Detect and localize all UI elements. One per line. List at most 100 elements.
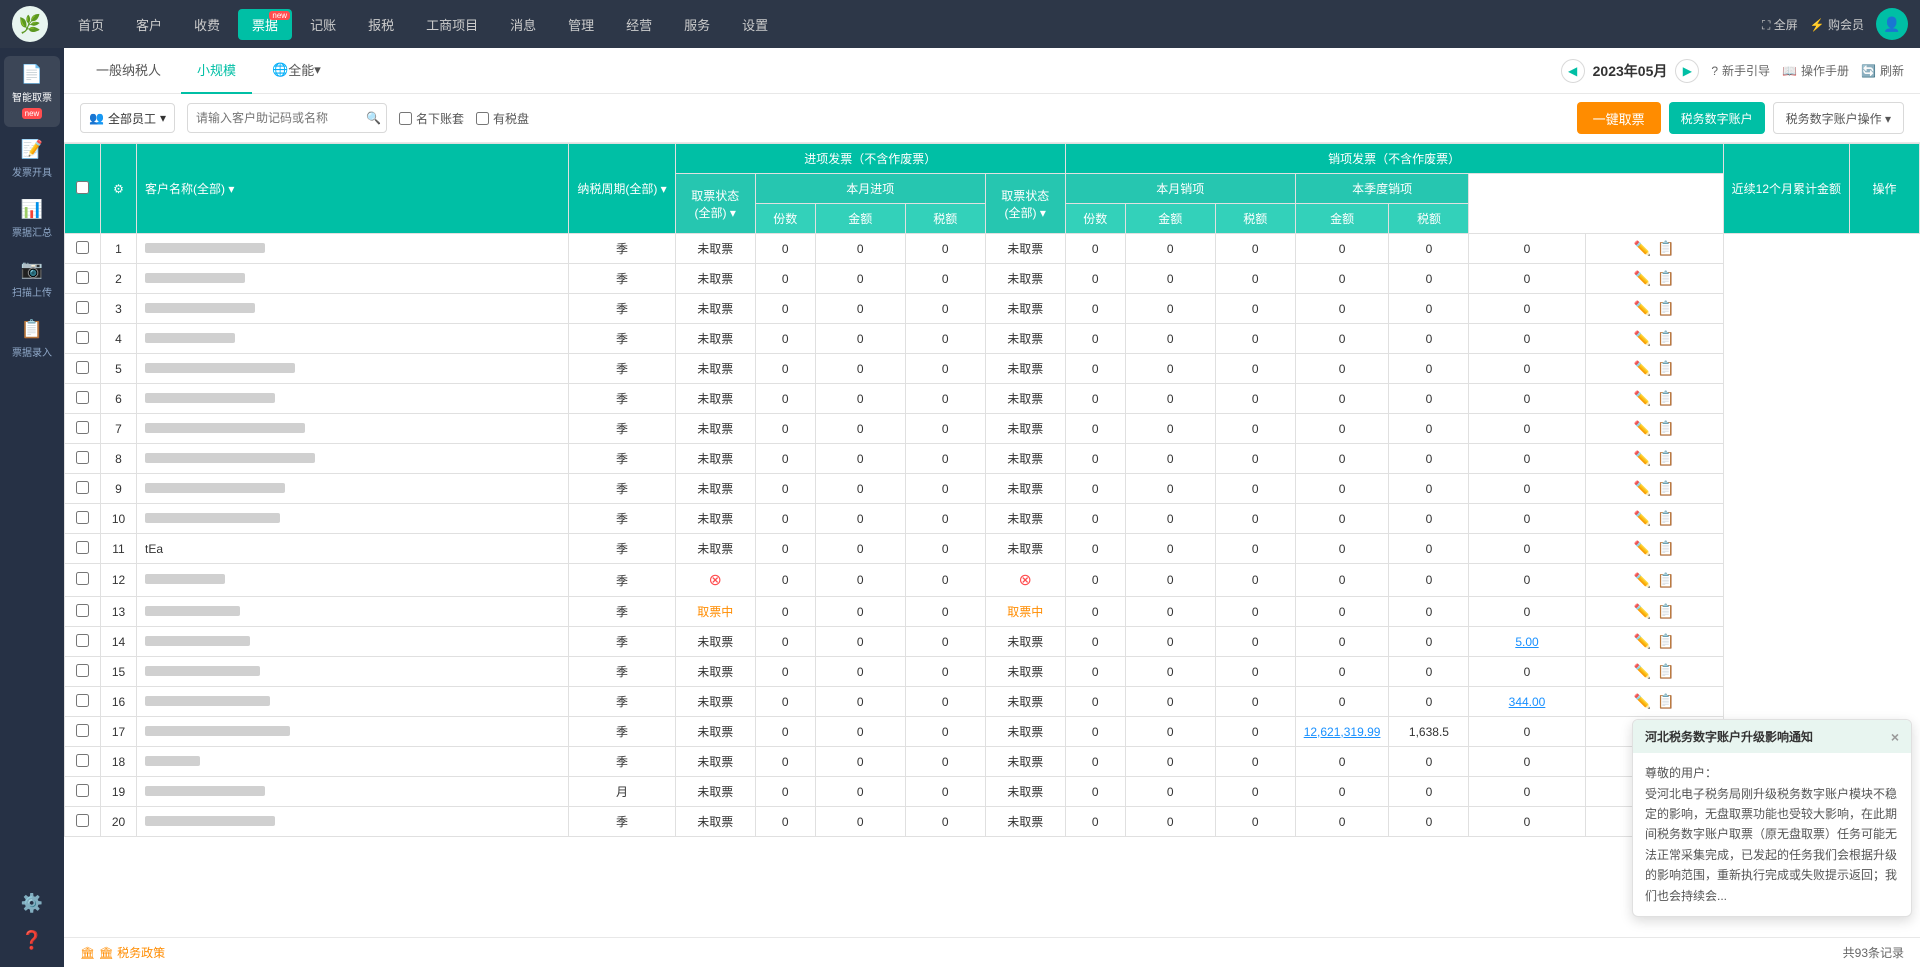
sidebar-item-bottom-settings[interactable]: ⚙️ <box>4 885 60 922</box>
row-checkbox-9[interactable] <box>76 481 89 494</box>
row-checkbox-14[interactable] <box>76 634 89 647</box>
notification-close-button[interactable]: × <box>1891 729 1899 745</box>
row-customer-name[interactable] <box>137 717 569 747</box>
edit-icon[interactable]: ✏️ <box>1634 360 1651 376</box>
sidebar-item-invoice-open[interactable]: 📝 发票开具 <box>4 131 60 187</box>
row-checkbox-19[interactable] <box>76 784 89 797</box>
manual-link[interactable]: 📖 操作手册 <box>1782 62 1849 79</box>
edit-icon[interactable]: ✏️ <box>1634 603 1651 619</box>
tax-disk-checkbox-label[interactable]: 有税盘 <box>476 110 529 127</box>
edit-icon[interactable]: ✏️ <box>1634 300 1651 316</box>
row-checkbox-13[interactable] <box>76 604 89 617</box>
row-customer-name[interactable] <box>137 747 569 777</box>
search-button[interactable]: 🔍 <box>366 111 381 125</box>
row-customer-name[interactable] <box>137 384 569 414</box>
row-checkbox-11[interactable] <box>76 541 89 554</box>
sidebar-item-smart-ticket[interactable]: 📄 智能取票 new <box>4 56 60 127</box>
next-month-button[interactable]: ▶ <box>1675 59 1699 83</box>
avatar[interactable]: 👤 <box>1876 8 1908 40</box>
fullscreen-button[interactable]: ⛶ 全屏 <box>1762 16 1798 33</box>
edit-icon[interactable]: ✏️ <box>1634 572 1651 588</box>
row-checkbox-15[interactable] <box>76 664 89 677</box>
copy-icon[interactable]: 📋 <box>1657 390 1674 406</box>
row-customer-name[interactable] <box>137 627 569 657</box>
row-customer-name[interactable] <box>137 777 569 807</box>
row-checkbox-10[interactable] <box>76 511 89 524</box>
row-checkbox-5[interactable] <box>76 361 89 374</box>
select-all-checkbox[interactable] <box>76 181 89 194</box>
row-customer-name[interactable] <box>137 234 569 264</box>
sidebar-item-entry[interactable]: 📋 票据录入 <box>4 311 60 367</box>
nav-business[interactable]: 工商项目 <box>412 9 492 40</box>
row-customer-name[interactable] <box>137 564 569 597</box>
nav-home[interactable]: 首页 <box>64 9 118 40</box>
row-customer-name[interactable] <box>137 444 569 474</box>
edit-icon[interactable]: ✏️ <box>1634 480 1651 496</box>
copy-icon[interactable]: 📋 <box>1657 572 1674 588</box>
copy-icon[interactable]: 📋 <box>1657 330 1674 346</box>
edit-icon[interactable]: ✏️ <box>1634 270 1651 286</box>
tab-general-taxpayer[interactable]: 一般纳税人 <box>80 48 177 94</box>
season-amount-link[interactable]: 12,621,319.99 <box>1304 725 1381 739</box>
nav-operation[interactable]: 经营 <box>612 9 666 40</box>
copy-icon[interactable]: 📋 <box>1657 663 1674 679</box>
edit-icon[interactable]: ✏️ <box>1634 663 1651 679</box>
nav-manage[interactable]: 管理 <box>554 9 608 40</box>
sidebar-item-summary[interactable]: 📊 票据汇总 <box>4 191 60 247</box>
copy-icon[interactable]: 📋 <box>1657 480 1674 496</box>
tax-disk-checkbox[interactable] <box>476 112 489 125</box>
employee-filter[interactable]: 👥 全部员工 ▾ <box>80 103 175 133</box>
row-checkbox-17[interactable] <box>76 724 89 737</box>
subledger-checkbox-label[interactable]: 名下账套 <box>399 110 464 127</box>
nav-fee[interactable]: 收费 <box>180 9 234 40</box>
copy-icon[interactable]: 📋 <box>1657 300 1674 316</box>
copy-icon[interactable]: 📋 <box>1657 420 1674 436</box>
copy-icon[interactable]: 📋 <box>1657 633 1674 649</box>
row-customer-name[interactable] <box>137 597 569 627</box>
row-checkbox-8[interactable] <box>76 451 89 464</box>
row-customer-name[interactable] <box>137 294 569 324</box>
row-customer-name[interactable] <box>137 657 569 687</box>
edit-icon[interactable]: ✏️ <box>1634 450 1651 466</box>
row-checkbox-12[interactable] <box>76 572 89 585</box>
col-settings-header[interactable]: ⚙ <box>101 144 137 234</box>
new-guide-link[interactable]: ? 新手引导 <box>1711 62 1770 79</box>
row-checkbox-1[interactable] <box>76 241 89 254</box>
row-checkbox-7[interactable] <box>76 421 89 434</box>
row-checkbox-4[interactable] <box>76 331 89 344</box>
row-customer-name[interactable] <box>137 324 569 354</box>
sales-status-header[interactable]: 取票状态(全部) ▾ <box>985 174 1065 234</box>
copy-icon[interactable]: 📋 <box>1657 240 1674 256</box>
row-customer-name[interactable] <box>137 354 569 384</box>
refresh-link[interactable]: 🔄 刷新 <box>1861 62 1904 79</box>
digital-account-button[interactable]: 税务数字账户 <box>1669 102 1765 134</box>
edit-icon[interactable]: ✏️ <box>1634 390 1651 406</box>
nav-settings[interactable]: 设置 <box>728 9 782 40</box>
quick-ticket-button[interactable]: 一键取票 <box>1577 102 1661 134</box>
sidebar-item-bottom-help[interactable]: ❓ <box>4 922 60 959</box>
nav-client[interactable]: 客户 <box>122 9 176 40</box>
nav-tax[interactable]: 报税 <box>354 9 408 40</box>
nav-message[interactable]: 消息 <box>496 9 550 40</box>
row-customer-name[interactable] <box>137 474 569 504</box>
edit-icon[interactable]: ✏️ <box>1634 240 1651 256</box>
search-input[interactable] <box>187 103 387 133</box>
row-customer-name[interactable] <box>137 504 569 534</box>
copy-icon[interactable]: 📋 <box>1657 693 1674 709</box>
input-status-header[interactable]: 取票状态(全部) ▾ <box>675 174 755 234</box>
col-customer-header[interactable]: 客户名称(全部) ▾ <box>137 144 569 234</box>
tax-policy-link[interactable]: 🏛 🏛 税务政策 <box>80 944 165 961</box>
nav-account[interactable]: 记账 <box>296 9 350 40</box>
copy-icon[interactable]: 📋 <box>1657 270 1674 286</box>
edit-icon[interactable]: ✏️ <box>1634 330 1651 346</box>
row-customer-name[interactable] <box>137 807 569 837</box>
subledger-checkbox[interactable] <box>399 112 412 125</box>
row-checkbox-3[interactable] <box>76 301 89 314</box>
copy-icon[interactable]: 📋 <box>1657 510 1674 526</box>
copy-icon[interactable]: 📋 <box>1657 603 1674 619</box>
row-customer-name[interactable] <box>137 687 569 717</box>
digital-account-ops-button[interactable]: 税务数字账户操作 ▾ <box>1773 102 1904 134</box>
row-customer-name[interactable] <box>137 264 569 294</box>
nav-service[interactable]: 服务 <box>670 9 724 40</box>
row-customer-name[interactable]: tEa <box>137 534 569 564</box>
